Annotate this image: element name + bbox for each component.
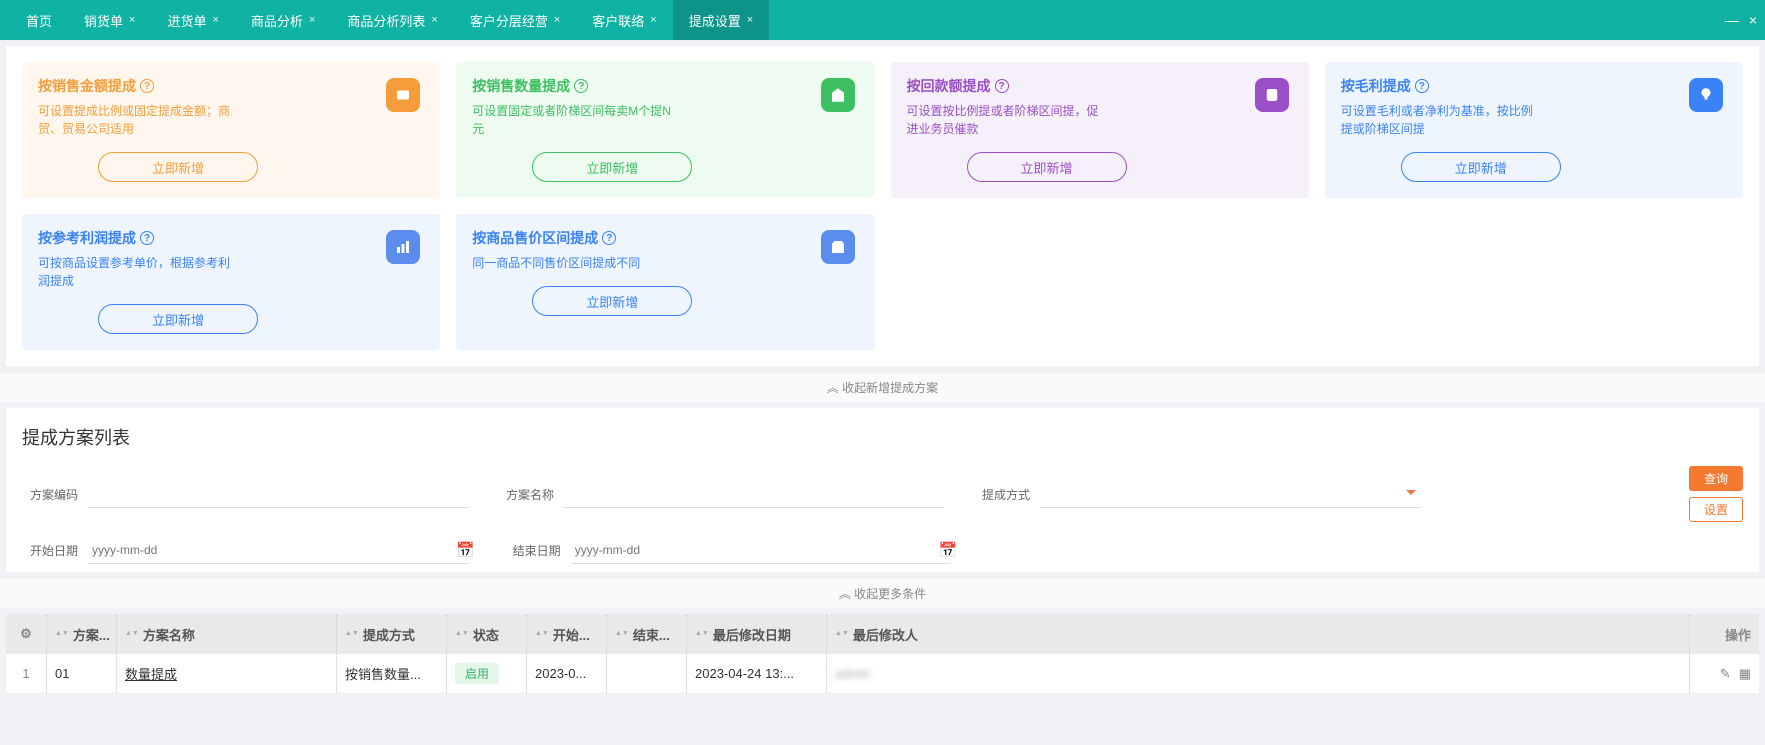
card-payment-amount: 按回款额提成? 可设置按比例提或者阶梯区间提，促进业务员催款 立即新增	[891, 62, 1309, 198]
help-icon[interactable]: ?	[574, 79, 588, 93]
filter-commission-method: 提成方式	[974, 480, 1420, 508]
card-desc: 同一商品不同售价区间提成不同	[472, 254, 672, 272]
card-desc: 可按商品设置参考单价，根据参考利润提成	[38, 254, 238, 290]
col-end[interactable]: ▲▼结束...	[606, 614, 686, 654]
card-desc: 可设置固定或者阶梯区间每卖M个提N元	[472, 102, 672, 138]
card-sales-quantity: 按销售数量提成? 可设置固定或者阶梯区间每卖M个提N元 立即新增	[456, 62, 874, 198]
search-button[interactable]: 查询	[1689, 466, 1743, 491]
tab-product-analysis[interactable]: 商品分析×	[235, 0, 331, 40]
card-title: 按销售数量提成	[472, 76, 570, 96]
help-icon[interactable]: ?	[140, 79, 154, 93]
row-method: 按销售数量...	[336, 654, 446, 693]
row-index: 1	[6, 654, 46, 693]
close-icon[interactable]: ×	[129, 14, 135, 26]
payment-icon	[1255, 78, 1289, 112]
add-button[interactable]: 立即新增	[532, 152, 692, 182]
row-ops: ✎ ▦	[1689, 654, 1759, 693]
plan-table: ⚙ ▲▼方案... ▲▼方案名称 ▲▼提成方式 ▲▼状态 ▲▼开始... ▲▼结…	[6, 614, 1759, 694]
minimize-icon[interactable]: ―	[1725, 12, 1739, 28]
collapse-cards-toggle[interactable]: ︽ 收起新增提成方案	[0, 372, 1765, 402]
close-icon[interactable]: ×	[747, 14, 753, 26]
row-name[interactable]: 数量提成	[116, 654, 336, 693]
card-desc: 可设置毛利或者净利为基准，按比例提或阶梯区间提	[1341, 102, 1541, 138]
top-tab-bar: 首页 销货单× 进货单× 商品分析× 商品分析列表× 客户分层经营× 客户联络×…	[0, 0, 1765, 40]
chevron-up-icon: ︽	[827, 381, 839, 395]
collapse-filters-toggle[interactable]: ︽ 收起更多条件	[0, 578, 1765, 608]
card-reference-profit: 按参考利润提成? 可按商品设置参考单价，根据参考利润提成 立即新增	[22, 214, 440, 350]
filter-start-date: 开始日期 📅	[22, 536, 475, 564]
col-start[interactable]: ▲▼开始...	[526, 614, 606, 654]
tab-sales-order[interactable]: 销货单×	[68, 0, 151, 40]
filter-plan-name: 方案名称	[498, 480, 944, 508]
add-button[interactable]: 立即新增	[98, 152, 258, 182]
tab-home[interactable]: 首页	[10, 0, 68, 40]
add-button[interactable]: 立即新增	[1401, 152, 1561, 182]
card-title: 按回款额提成	[907, 76, 991, 96]
filter-plan-code: 方案编码	[22, 480, 468, 508]
gear-icon[interactable]: ⚙	[6, 614, 46, 654]
row-status: 启用	[446, 654, 526, 693]
card-price-range: 按商品售价区间提成? 同一商品不同售价区间提成不同 立即新增	[456, 214, 874, 350]
col-method[interactable]: ▲▼提成方式	[336, 614, 446, 654]
add-button[interactable]: 立即新增	[98, 304, 258, 334]
help-icon[interactable]: ?	[995, 79, 1009, 93]
start-date-input[interactable]	[88, 536, 468, 564]
row-end	[606, 654, 686, 693]
card-title: 按毛利提成	[1341, 76, 1411, 96]
settings-button[interactable]: 设置	[1689, 497, 1743, 522]
row-start: 2023-0...	[526, 654, 606, 693]
quantity-icon	[821, 78, 855, 112]
col-moduser[interactable]: ▲▼最后修改人	[826, 614, 1689, 654]
help-icon[interactable]: ?	[602, 231, 616, 245]
table-row[interactable]: 1 01 数量提成 按销售数量... 启用 2023-0... 2023-04-…	[6, 654, 1759, 694]
profit-icon	[1689, 78, 1723, 112]
col-code[interactable]: ▲▼方案...	[46, 614, 116, 654]
filter-end-date: 结束日期 📅	[505, 536, 958, 564]
money-icon	[386, 78, 420, 112]
help-icon[interactable]: ?	[1415, 79, 1429, 93]
card-gross-profit: 按毛利提成? 可设置毛利或者净利为基准，按比例提或阶梯区间提 立即新增	[1325, 62, 1743, 198]
tab-customer-contact[interactable]: 客户联络×	[576, 0, 672, 40]
chevron-up-icon: ︽	[839, 587, 851, 601]
row-code: 01	[46, 654, 116, 693]
plan-code-input[interactable]	[88, 480, 468, 508]
table-header: ⚙ ▲▼方案... ▲▼方案名称 ▲▼提成方式 ▲▼状态 ▲▼开始... ▲▼结…	[6, 614, 1759, 654]
row-moduser: admin	[826, 654, 1689, 693]
card-desc: 可设置按比例提或者阶梯区间提，促进业务员催款	[907, 102, 1107, 138]
add-button[interactable]: 立即新增	[532, 286, 692, 316]
col-moddate[interactable]: ▲▼最后修改日期	[686, 614, 826, 654]
commission-method-select[interactable]	[1040, 480, 1420, 508]
close-icon[interactable]: ×	[309, 14, 315, 26]
close-all-icon[interactable]: ×	[1749, 12, 1757, 28]
tab-commission-settings[interactable]: 提成设置×	[673, 0, 769, 40]
close-icon[interactable]: ×	[650, 14, 656, 26]
edit-icon[interactable]: ✎	[1720, 666, 1731, 682]
col-name[interactable]: ▲▼方案名称	[116, 614, 336, 654]
plan-name-input[interactable]	[564, 480, 944, 508]
card-title: 按销售金额提成	[38, 76, 136, 96]
card-title: 按商品售价区间提成	[472, 228, 598, 248]
card-desc: 可设置提成比例或固定提成金额；商贸、贸易公司适用	[38, 102, 238, 138]
more-icon[interactable]: ▦	[1739, 666, 1751, 682]
close-icon[interactable]: ×	[554, 14, 560, 26]
plan-list-section: 提成方案列表 方案编码 方案名称 提成方式 查询 设置 开始日期 📅 结束日期 …	[6, 408, 1759, 572]
card-sales-amount: 按销售金额提成? 可设置提成比例或固定提成金额；商贸、贸易公司适用 立即新增	[22, 62, 440, 198]
ref-profit-icon	[386, 230, 420, 264]
tab-customer-tier[interactable]: 客户分层经营×	[454, 0, 576, 40]
add-button[interactable]: 立即新增	[967, 152, 1127, 182]
section-title: 提成方案列表	[22, 424, 1743, 450]
card-title: 按参考利润提成	[38, 228, 136, 248]
help-icon[interactable]: ?	[140, 231, 154, 245]
close-icon[interactable]: ×	[431, 14, 437, 26]
row-moddate: 2023-04-24 13:...	[686, 654, 826, 693]
tab-product-analysis-list[interactable]: 商品分析列表×	[331, 0, 453, 40]
price-range-icon	[821, 230, 855, 264]
col-status[interactable]: ▲▼状态	[446, 614, 526, 654]
col-ops: 操作	[1689, 614, 1759, 654]
tab-purchase-order[interactable]: 进货单×	[151, 0, 234, 40]
end-date-input[interactable]	[571, 536, 951, 564]
close-icon[interactable]: ×	[212, 14, 218, 26]
commission-type-cards: 按销售金额提成? 可设置提成比例或固定提成金额；商贸、贸易公司适用 立即新增 按…	[6, 46, 1759, 366]
